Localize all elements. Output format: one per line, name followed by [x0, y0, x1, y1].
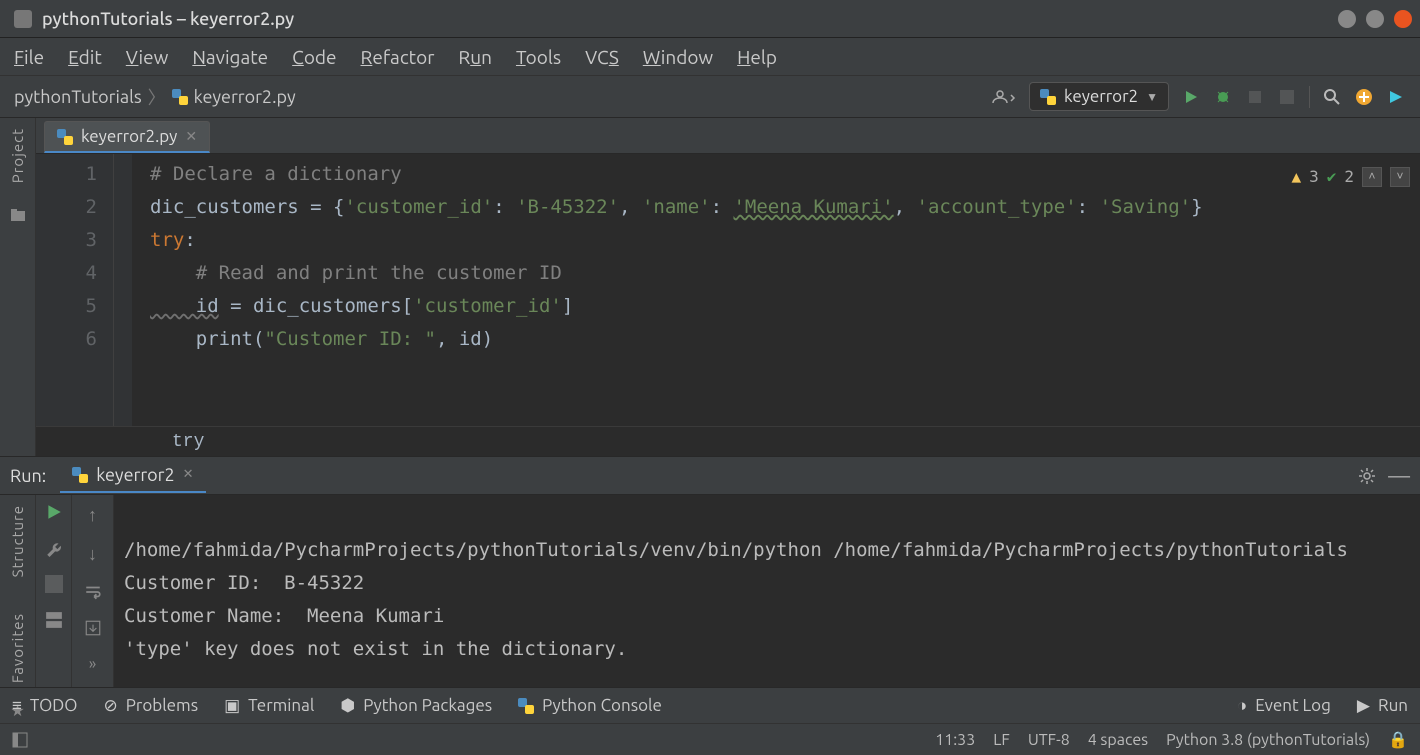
python-icon	[518, 698, 534, 714]
menu-vcs[interactable]: VCS	[585, 46, 619, 68]
terminal-icon: ▣	[224, 696, 240, 716]
breadcrumb-project[interactable]: pythonTutorials	[14, 87, 142, 107]
soft-wrap-icon[interactable]	[84, 583, 102, 601]
run-tool-button[interactable]: ▶Run	[1357, 696, 1408, 716]
menu-tools[interactable]: Tools	[516, 46, 561, 68]
terminal-tool-button[interactable]: ▣Terminal	[224, 696, 314, 716]
menu-run[interactable]: Run	[458, 46, 492, 68]
run-config-name: keyerror2	[1064, 87, 1138, 106]
packages-tool-button[interactable]: ⬢Python Packages	[340, 696, 492, 716]
run-button[interactable]	[1181, 87, 1201, 107]
close-run-tab-icon[interactable]: ✕	[183, 467, 194, 482]
editor-tab[interactable]: keyerror2.py ✕	[44, 121, 210, 153]
left-tool-stripe: Project	[0, 118, 36, 456]
menu-navigate[interactable]: Navigate	[192, 46, 268, 68]
app-icon	[14, 10, 32, 28]
window-titlebar: pythonTutorials – keyerror2.py	[0, 0, 1420, 38]
menubar: File Edit View Navigate Code Refactor Ru…	[0, 38, 1420, 76]
run-tab-label: keyerror2	[96, 465, 174, 485]
python-interpreter[interactable]: Python 3.8 (pythonTutorials)	[1166, 731, 1370, 749]
line-number-gutter: 1 2 3 4 5 6	[36, 154, 114, 426]
file-encoding[interactable]: UTF-8	[1028, 731, 1070, 749]
close-tab-icon[interactable]: ✕	[185, 128, 197, 145]
checkmark-icon: ✔	[1327, 160, 1337, 193]
wrench-icon[interactable]	[45, 539, 63, 557]
hide-panel-icon[interactable]: —	[1388, 463, 1410, 488]
list-icon: ≡	[12, 696, 22, 716]
minimize-button[interactable]	[1338, 10, 1356, 28]
line-separator[interactable]: LF	[993, 731, 1010, 749]
coverage-button[interactable]	[1245, 87, 1265, 107]
event-log-button[interactable]: ◑Event Log	[1237, 696, 1331, 716]
stop-icon[interactable]	[45, 575, 63, 593]
search-icon[interactable]	[1322, 87, 1342, 107]
breadcrumb: pythonTutorials 〉 keyerror2.py	[14, 84, 296, 110]
gear-icon[interactable]	[1358, 467, 1376, 485]
sidebar-favorites[interactable]: Favorites	[9, 613, 26, 683]
tool-windows-icon[interactable]	[12, 732, 28, 748]
menu-file[interactable]: File	[14, 46, 44, 68]
chevron-down-icon: ▼	[1146, 90, 1158, 104]
maximize-button[interactable]	[1366, 10, 1384, 28]
ide-scripting-icon[interactable]	[1386, 87, 1406, 107]
up-arrow-icon[interactable]: ↑	[88, 505, 97, 526]
breadcrumb-context: try	[36, 426, 1420, 456]
todo-tool-button[interactable]: ≡TODO	[12, 696, 77, 716]
code-editor[interactable]: 1 2 3 4 5 6 # Declare a dictionary dic_c…	[36, 154, 1420, 426]
code-content[interactable]: # Declare a dictionary dic_customers = {…	[132, 154, 1420, 426]
rerun-icon[interactable]	[45, 503, 63, 521]
editor-tab-label: keyerror2.py	[81, 127, 177, 146]
warning-icon: ⊘	[103, 696, 117, 716]
menu-refactor[interactable]: Refactor	[361, 46, 435, 68]
layout-icon[interactable]	[45, 611, 63, 629]
close-button[interactable]	[1394, 10, 1412, 28]
run-panel-label: Run:	[10, 466, 46, 486]
run-toolbar-right: ↑ ↓ »	[72, 495, 114, 687]
editor-tab-bar: keyerror2.py ✕	[36, 118, 1420, 154]
log-icon: ◑	[1237, 696, 1247, 716]
inspection-widget[interactable]: ▲3 ✔2 ˄ ˅	[1291, 160, 1410, 193]
chevron-right-icon: 〉	[148, 84, 166, 110]
navigation-bar: pythonTutorials 〉 keyerror2.py keyerror2…	[0, 76, 1420, 118]
python-icon	[72, 467, 88, 483]
warning-icon: ▲	[1291, 160, 1301, 193]
run-tool-window: Run: keyerror2 ✕ — Structure Favorites ★…	[0, 456, 1420, 687]
scroll-to-end-icon[interactable]	[84, 619, 102, 637]
bottom-tool-bar: ≡TODO ⊘Problems ▣Terminal ⬢Python Packag…	[0, 687, 1420, 723]
prev-highlight-button[interactable]: ˄	[1362, 167, 1382, 187]
users-icon[interactable]	[991, 87, 1017, 107]
sync-icon[interactable]	[1354, 87, 1374, 107]
more-icon[interactable]: »	[89, 655, 97, 673]
left-tool-stripe-lower: Structure Favorites ★	[0, 495, 36, 687]
problems-tool-button[interactable]: ⊘Problems	[103, 696, 198, 716]
cursor-position[interactable]: 11:33	[935, 731, 975, 749]
python-file-icon	[172, 89, 188, 105]
lock-icon[interactable]: 🔒	[1388, 730, 1408, 749]
debug-button[interactable]	[1213, 87, 1233, 107]
package-icon: ⬢	[340, 696, 355, 716]
run-config-selector[interactable]: keyerror2 ▼	[1029, 82, 1169, 111]
console-output[interactable]: /home/fahmida/PycharmProjects/pythonTuto…	[114, 495, 1420, 687]
folder-icon[interactable]	[10, 207, 26, 223]
menu-window[interactable]: Window	[643, 46, 713, 68]
menu-help[interactable]: Help	[737, 46, 777, 68]
stop-button[interactable]	[1277, 87, 1297, 107]
menu-edit[interactable]: Edit	[68, 46, 102, 68]
menu-view[interactable]: View	[126, 46, 169, 68]
sidebar-project[interactable]: Project	[9, 128, 26, 183]
console-tool-button[interactable]: Python Console	[518, 696, 662, 715]
run-tab[interactable]: keyerror2 ✕	[60, 459, 205, 493]
window-title: pythonTutorials – keyerror2.py	[42, 9, 294, 29]
python-file-icon	[57, 129, 73, 145]
indent-settings[interactable]: 4 spaces	[1088, 731, 1148, 749]
menu-code[interactable]: Code	[292, 46, 336, 68]
sidebar-structure[interactable]: Structure	[9, 505, 26, 577]
next-highlight-button[interactable]: ˅	[1390, 167, 1410, 187]
fold-gutter	[114, 154, 132, 426]
python-icon	[1040, 89, 1056, 105]
breadcrumb-file[interactable]: keyerror2.py	[194, 87, 296, 107]
down-arrow-icon[interactable]: ↓	[88, 544, 97, 565]
run-toolbar-left	[36, 495, 72, 687]
play-icon: ▶	[1357, 696, 1370, 716]
